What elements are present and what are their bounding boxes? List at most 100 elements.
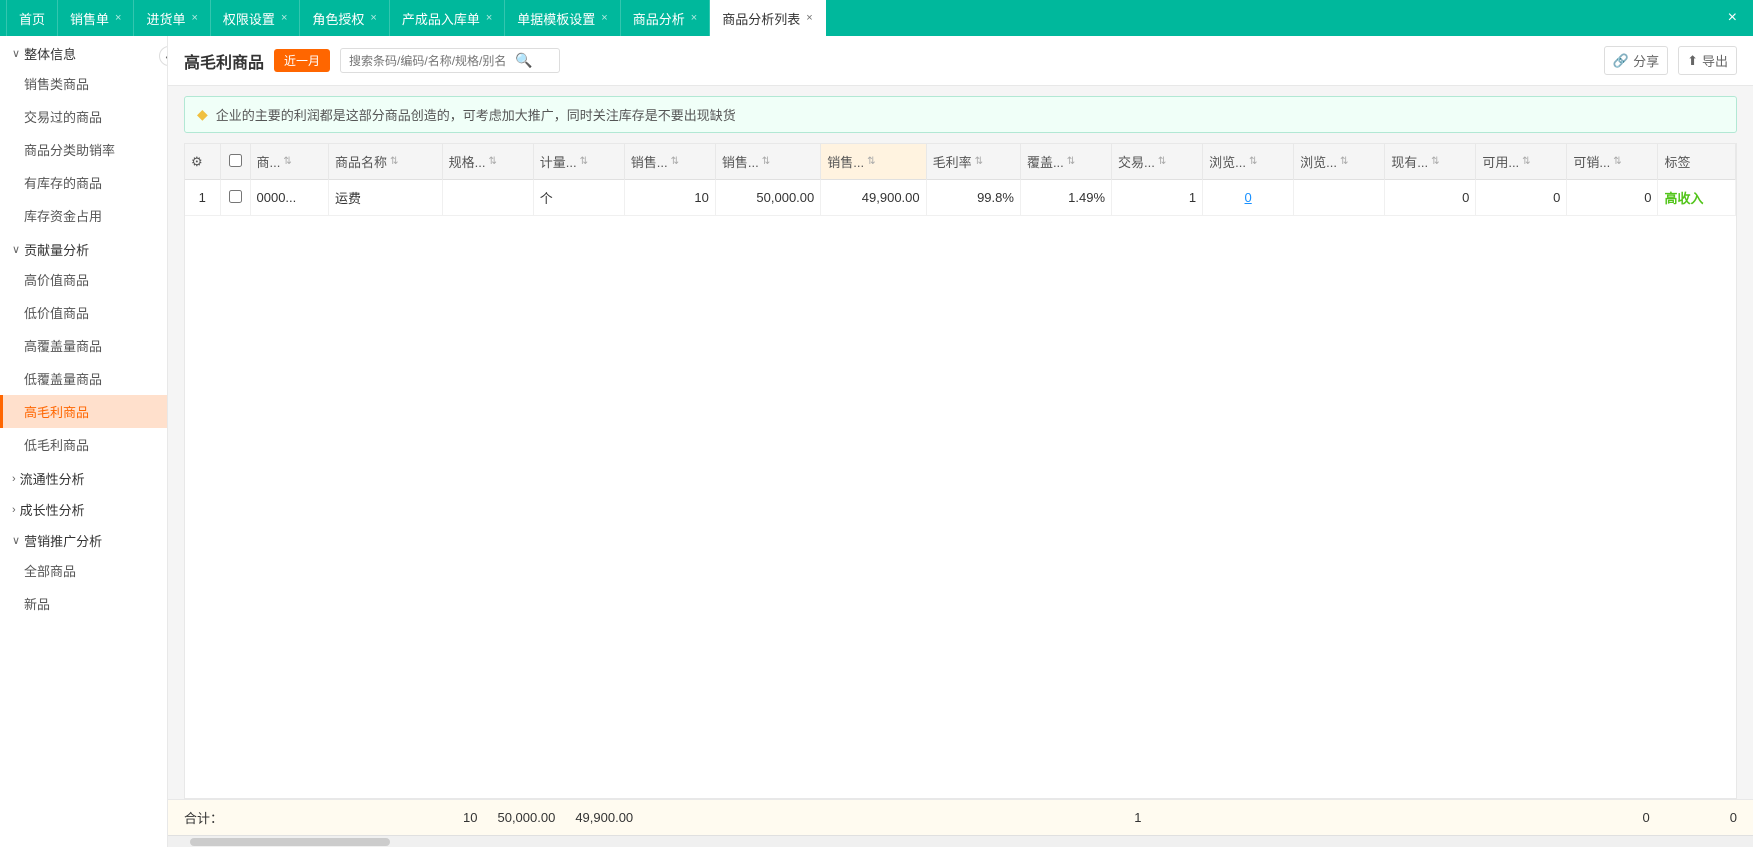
col-current-stock[interactable]: 现有... ⇅ [1385,144,1476,180]
col-settings[interactable]: ⚙ [185,144,220,180]
sort-icon[interactable]: ⇅ [762,156,770,167]
sort-icon[interactable]: ⇅ [975,156,983,167]
nav-item-role[interactable]: 角色授权 × [300,0,389,36]
row-browse1[interactable]: 0 [1203,180,1294,216]
col-browse2[interactable]: 浏览... ⇅ [1294,144,1385,180]
sort-icon[interactable]: ⇅ [1158,156,1166,167]
nav-item-product-in[interactable]: 产成品入库单 × [390,0,505,36]
content-header: 高毛利商品 近一月 🔍 🔗 分享 ⬆ 导出 [168,36,1753,86]
col-sales-cost[interactable]: 销售... ⇅ [821,144,926,180]
search-box: 🔍 [340,48,560,73]
col-code[interactable]: 商... ⇅ [250,144,328,180]
col-unit[interactable]: 计量... ⇅ [533,144,624,180]
row-spec [442,180,533,216]
section-arrow-icon: ∨ [12,47,20,60]
data-table-wrapper[interactable]: ⚙ 商... ⇅ 商品名称 [184,143,1737,799]
col-checkbox[interactable] [220,144,250,180]
col-gross-margin[interactable]: 毛利率 ⇅ [926,144,1020,180]
row-available: 0 [1476,180,1567,216]
sort-icon[interactable]: ⇅ [1431,156,1439,167]
close-icon[interactable]: × [486,12,492,24]
sort-icon[interactable]: ⇅ [488,156,496,167]
search-icon[interactable]: 🔍 [515,52,532,69]
sidebar-item-all-goods[interactable]: 全部商品 [0,554,167,587]
col-sales-qty[interactable]: 销售... ⇅ [624,144,715,180]
sidebar-item-high-value[interactable]: 高价值商品 [0,263,167,296]
sidebar-section-circulation[interactable]: › 流通性分析 [0,461,167,492]
sidebar-item-low-value[interactable]: 低价值商品 [0,296,167,329]
sidebar-section-marketing[interactable]: ∨ 营销推广分析 [0,523,167,554]
col-sales-amount[interactable]: 销售... ⇅ [715,144,820,180]
export-button[interactable]: ⬆ 导出 [1678,46,1737,75]
row-sales-qty: 10 [624,180,715,216]
horizontal-scrollbar[interactable] [168,835,1753,847]
close-icon[interactable]: × [601,12,607,24]
sort-icon[interactable]: ⇅ [1613,156,1621,167]
sort-icon[interactable]: ⇅ [671,156,679,167]
nav-item-permission[interactable]: 权限设置 × [211,0,300,36]
nav-item-home[interactable]: 首页 [6,0,58,36]
nav-item-purchase[interactable]: 进货单 × [134,0,210,36]
col-available[interactable]: 可用... ⇅ [1476,144,1567,180]
sort-icon[interactable]: ⇅ [867,156,875,167]
search-input[interactable] [349,54,509,68]
summary-bar: 合计： 10 50,000.00 49,900.00 1 0 0 [168,799,1753,835]
close-icon[interactable]: × [691,12,697,24]
sidebar-section-overall[interactable]: ∨ 整体信息 [0,36,167,67]
sidebar-item-low-margin[interactable]: 低毛利商品 [0,428,167,461]
sidebar-item-traded-goods[interactable]: 交易过的商品 [0,100,167,133]
period-button[interactable]: 近一月 [274,49,330,72]
settings-icon[interactable]: ⚙ [191,154,203,169]
tip-bar: ◆ 企业的主要的利润都是这部分商品创造的，可考虑加大推广，同时关注库存是不要出现… [184,96,1737,133]
sort-icon[interactable]: ⇅ [390,156,398,167]
sort-icon[interactable]: ⇅ [580,156,588,167]
sidebar: « ∨ 整体信息 销售类商品 交易过的商品 商品分类助销率 有库存的商品 库存资… [0,36,168,847]
sidebar-section-contribution[interactable]: ∨ 贡献量分析 [0,232,167,263]
nav-item-sales[interactable]: 销售单 × [58,0,134,36]
content-area: 高毛利商品 近一月 🔍 🔗 分享 ⬆ 导出 ◆ 企业的主要的利润都是这部分商品创… [168,36,1753,847]
row-unit: 个 [533,180,624,216]
sidebar-item-stock-capital[interactable]: 库存资金占用 [0,199,167,232]
sidebar-item-category-rate[interactable]: 商品分类助销率 [0,133,167,166]
sidebar-item-low-coverage[interactable]: 低覆盖量商品 [0,362,167,395]
col-coverage[interactable]: 覆盖... ⇅ [1020,144,1111,180]
sort-icon[interactable]: ⇅ [283,156,291,167]
top-navigation: 首页 销售单 × 进货单 × 权限设置 × 角色授权 × 产成品入库单 × 单据… [0,0,1753,36]
row-checkbox[interactable] [220,180,250,216]
nav-item-analysis-list[interactable]: 商品分析列表 × [710,0,825,36]
summary-sales-cost: 49,900.00 [575,810,633,825]
col-sellable[interactable]: 可销... ⇅ [1567,144,1658,180]
sidebar-item-stocked-goods[interactable]: 有库存的商品 [0,166,167,199]
sidebar-item-high-margin[interactable]: 高毛利商品 [0,395,167,428]
window-close-button[interactable]: × [1718,9,1747,27]
row-code: 0000... [250,180,328,216]
summary-label: 合计： [184,808,223,827]
sort-icon[interactable]: ⇅ [1067,156,1075,167]
close-icon[interactable]: × [115,12,121,24]
close-icon[interactable]: × [806,12,812,24]
section-arrow-icon: ∨ [12,534,20,547]
share-button[interactable]: 🔗 分享 [1604,46,1668,75]
close-icon[interactable]: × [191,12,197,24]
col-spec[interactable]: 规格... ⇅ [442,144,533,180]
select-all-checkbox[interactable] [229,154,242,167]
col-name[interactable]: 商品名称 ⇅ [328,144,442,180]
col-browse1[interactable]: 浏览... ⇅ [1203,144,1294,180]
row-browse2 [1294,180,1385,216]
sort-icon[interactable]: ⇅ [1340,156,1348,167]
col-transactions[interactable]: 交易... ⇅ [1112,144,1203,180]
sidebar-item-new-goods[interactable]: 新品 [0,587,167,620]
close-icon[interactable]: × [370,12,376,24]
scrollbar-thumb[interactable] [190,838,390,846]
nav-item-template[interactable]: 单据模板设置 × [505,0,620,36]
summary-current-stock: 0 [1643,810,1650,825]
close-icon[interactable]: × [281,12,287,24]
sidebar-item-high-coverage[interactable]: 高覆盖量商品 [0,329,167,362]
row-select-checkbox[interactable] [229,190,242,203]
sort-icon[interactable]: ⇅ [1522,156,1530,167]
row-num: 1 [185,180,220,216]
nav-item-analysis[interactable]: 商品分析 × [621,0,710,36]
sidebar-item-sales-goods[interactable]: 销售类商品 [0,67,167,100]
sort-icon[interactable]: ⇅ [1249,156,1257,167]
sidebar-section-growth[interactable]: › 成长性分析 [0,492,167,523]
